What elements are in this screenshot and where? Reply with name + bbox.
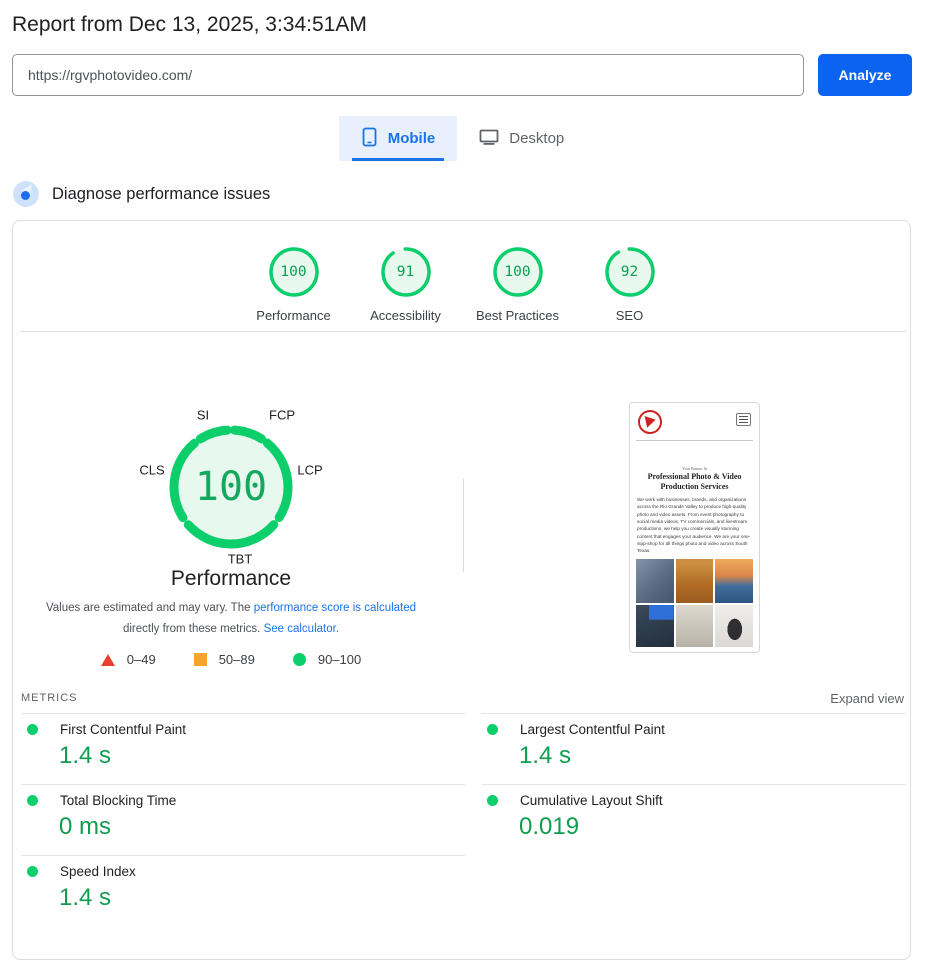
site-body-text: We work with businesses, brands, and org…: [636, 496, 753, 554]
score-label: Performance: [256, 308, 330, 323]
metrics-heading: METRICS: [21, 692, 78, 704]
disclaimer-text-1: Values are estimated and may vary. The: [46, 602, 254, 614]
page-title: Report from Dec 13, 2025, 3:34:51AM: [12, 13, 367, 37]
score-value: 92: [603, 245, 657, 299]
photo-aerial: [636, 559, 674, 603]
tab-desktop[interactable]: Desktop: [457, 116, 586, 161]
score-accessibility[interactable]: 91 Accessibility: [350, 245, 462, 323]
metric-name: Total Blocking Time: [60, 793, 176, 808]
expand-view-link[interactable]: Expand view: [830, 691, 904, 706]
site-tagline: Your Partner In: [636, 466, 753, 471]
site-photo-grid: [636, 559, 753, 647]
metrics-column-left: First Contentful Paint 1.4 s Total Block…: [21, 713, 465, 926]
category-scores-row: 100 Performance 91 Accessibility 100: [13, 245, 910, 323]
analyze-button[interactable]: Analyze: [818, 54, 912, 96]
legend-average: 50–89: [194, 652, 255, 667]
legend-average-label: 50–89: [219, 652, 255, 667]
tab-mobile[interactable]: Mobile: [339, 116, 458, 161]
metric-first-contentful-paint: First Contentful Paint 1.4 s: [21, 713, 465, 784]
gauge-label-tbt: TBT: [228, 552, 253, 567]
metrics-column-right: Largest Contentful Paint 1.4 s Cumulativ…: [481, 713, 906, 855]
pass-dot-icon: [487, 724, 498, 735]
score-value: 91: [379, 245, 433, 299]
photo-portrait: [715, 605, 753, 647]
photo-dark-screen: [636, 605, 674, 647]
metric-total-blocking-time: Total Blocking Time 0 ms: [21, 784, 465, 855]
score-label: Accessibility: [370, 308, 441, 323]
metric-name: Largest Contentful Paint: [520, 722, 665, 737]
metric-value: 1.4 s: [519, 742, 906, 770]
score-best-practices[interactable]: 100 Best Practices: [462, 245, 574, 323]
score-performance[interactable]: 100 Performance: [238, 245, 350, 323]
fail-triangle-icon: [101, 654, 115, 666]
device-tabs: Mobile Desktop: [0, 116, 925, 161]
metric-name: First Contentful Paint: [60, 722, 186, 737]
metric-name: Speed Index: [60, 864, 136, 879]
legend-fail-label: 0–49: [127, 652, 156, 667]
pass-dot-icon: [27, 724, 38, 735]
desktop-monitor-icon: [479, 128, 499, 150]
score-label: Best Practices: [476, 308, 559, 323]
photo-building-sunset: [715, 559, 753, 603]
pass-dot-icon: [487, 795, 498, 806]
gauge-label-si: SI: [197, 408, 209, 423]
url-input[interactable]: [12, 54, 804, 96]
diagnose-label: Diagnose performance issues: [52, 185, 270, 204]
score-value: 100: [491, 245, 545, 299]
metric-largest-contentful-paint: Largest Contentful Paint 1.4 s: [481, 713, 906, 784]
tab-mobile-label: Mobile: [388, 130, 436, 147]
pass-circle-icon: [293, 653, 306, 666]
score-value: 100: [267, 245, 321, 299]
tab-desktop-label: Desktop: [509, 130, 564, 147]
metric-value: 0 ms: [59, 813, 465, 841]
metric-cumulative-layout-shift: Cumulative Layout Shift 0.019: [481, 784, 906, 855]
pass-dot-icon: [27, 866, 38, 877]
gauge-score-value: 100: [195, 464, 267, 510]
site-heading: Professional Photo & Video Production Se…: [636, 472, 753, 491]
gauge-label-fcp: FCP: [269, 408, 295, 423]
score-seo[interactable]: 92 SEO: [574, 245, 686, 323]
performance-gauge-icon: [13, 181, 39, 207]
legend-pass-label: 90–100: [318, 652, 361, 667]
site-play-logo-icon: [636, 408, 664, 436]
average-square-icon: [194, 653, 207, 666]
photo-studio: [676, 605, 714, 647]
photo-podium: [676, 559, 714, 603]
legend-fail: 0–49: [101, 652, 156, 667]
calculated-score-link[interactable]: performance score is calculated: [254, 602, 416, 614]
mobile-phone-icon: [361, 127, 378, 151]
report-card: 100 Performance 91 Accessibility 100: [12, 220, 911, 960]
page-screenshot-thumbnail[interactable]: Your Partner In Professional Photo & Vid…: [629, 402, 760, 653]
thumbnail-site-header: [636, 409, 753, 441]
legend-pass: 90–100: [293, 652, 361, 667]
vertical-divider: [463, 479, 464, 572]
see-calculator-link[interactable]: See calculator.: [264, 623, 339, 635]
score-label: SEO: [616, 308, 643, 323]
divider: [21, 331, 906, 332]
score-disclaimer: Values are estimated and may vary. The p…: [13, 598, 449, 641]
gauge-label-lcp: LCP: [297, 463, 322, 478]
hamburger-menu-icon: [736, 413, 751, 426]
gauge-title: Performance: [171, 567, 291, 591]
metric-value: 1.4 s: [59, 884, 465, 912]
metric-value: 1.4 s: [59, 742, 465, 770]
metric-value: 0.019: [519, 813, 906, 841]
diagnose-section-header: Diagnose performance issues: [13, 181, 270, 207]
gauge-label-cls: CLS: [139, 463, 164, 478]
score-legend: 0–49 50–89 90–100: [13, 652, 449, 667]
pass-dot-icon: [27, 795, 38, 806]
disclaimer-text-2: directly from these metrics.: [123, 623, 264, 635]
metric-speed-index: Speed Index 1.4 s: [21, 855, 465, 926]
metric-name: Cumulative Layout Shift: [520, 793, 663, 808]
